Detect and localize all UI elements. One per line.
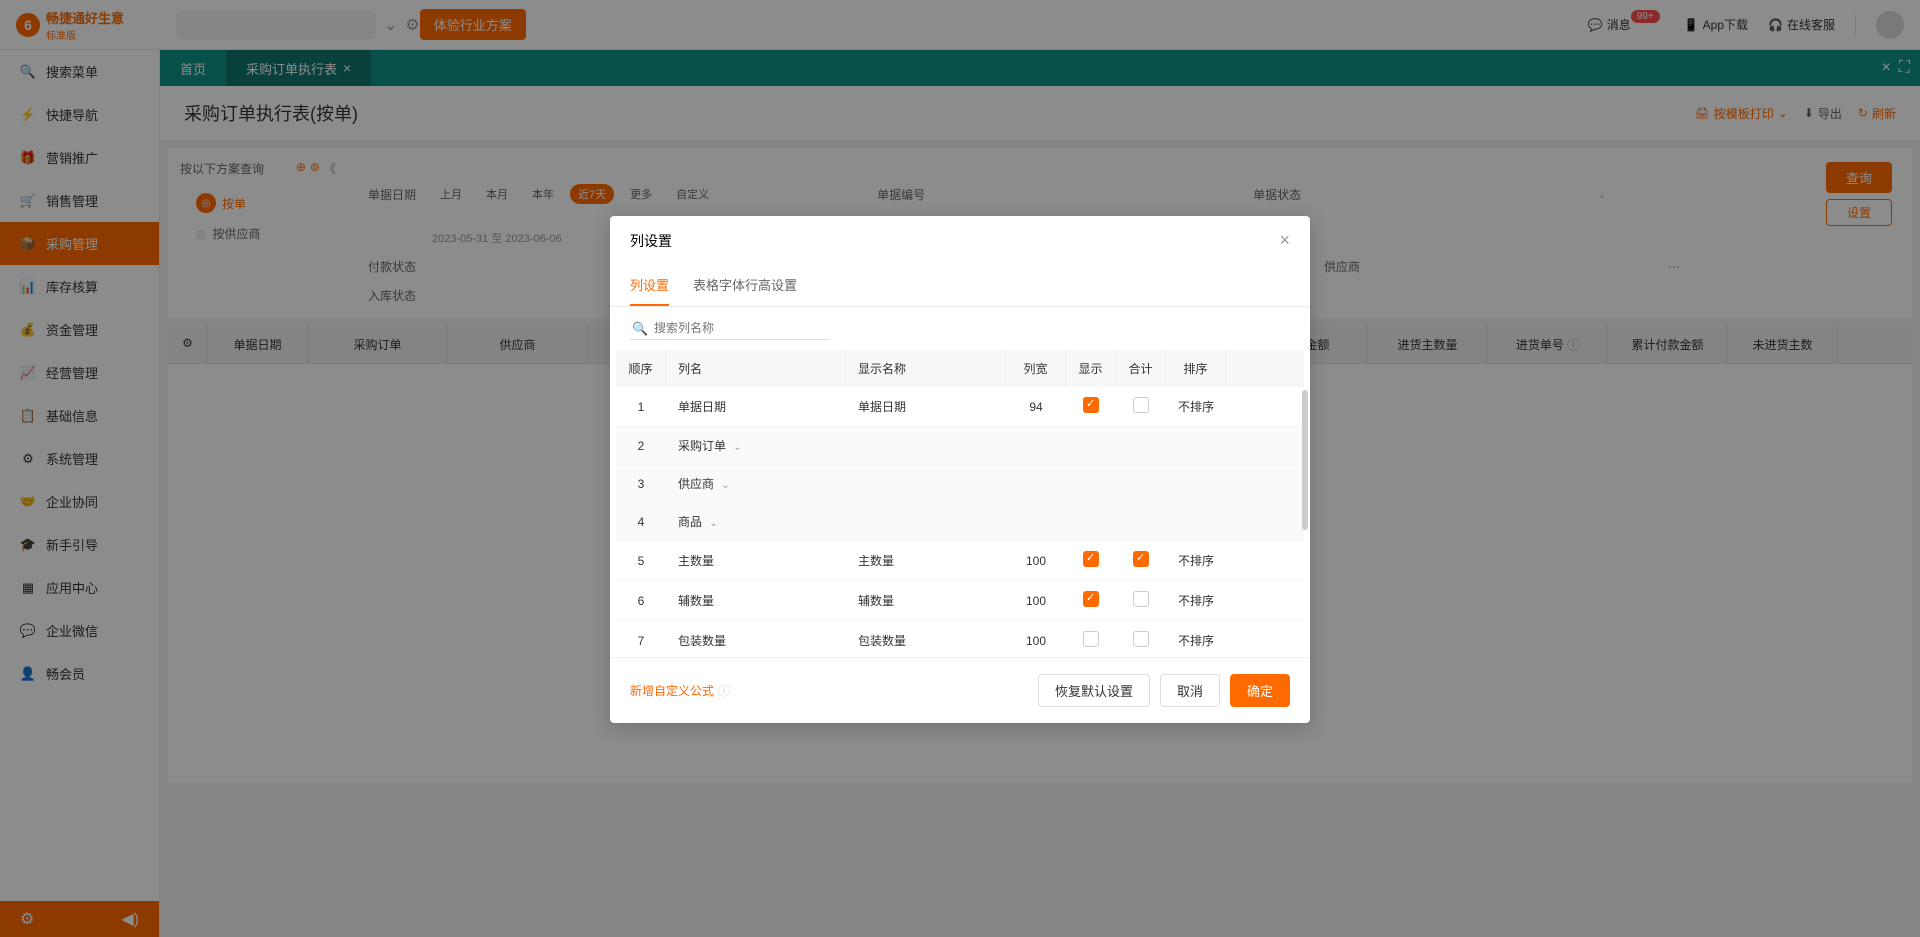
row-show xyxy=(1066,541,1116,580)
modal-buttons: 恢复默认设置 取消 确定 xyxy=(1038,674,1290,707)
row-width[interactable] xyxy=(1006,436,1066,456)
row-show xyxy=(1066,512,1116,532)
row-display[interactable] xyxy=(846,512,1006,532)
row-sort[interactable] xyxy=(1166,474,1226,494)
row-total xyxy=(1116,581,1166,620)
row-show xyxy=(1066,581,1116,620)
tab-column-settings[interactable]: 列设置 xyxy=(630,265,669,306)
column-row[interactable]: 6辅数量辅数量100不排序 xyxy=(616,581,1304,621)
row-show xyxy=(1066,621,1116,647)
row-sort[interactable]: 不排序 xyxy=(1166,622,1226,647)
show-checkbox[interactable] xyxy=(1083,591,1099,607)
show-checkbox[interactable] xyxy=(1083,551,1099,567)
modal-tabs: 列设置 表格字体行高设置 xyxy=(610,265,1310,307)
restore-button[interactable]: 恢复默认设置 xyxy=(1038,674,1150,707)
mth-sort: 排序 xyxy=(1166,350,1226,387)
row-display[interactable] xyxy=(846,436,1006,456)
row-total xyxy=(1116,387,1166,426)
modal-search: 🔍 xyxy=(610,307,1310,350)
scrollbar[interactable] xyxy=(1302,390,1308,647)
row-total xyxy=(1116,512,1166,532)
total-checkbox[interactable] xyxy=(1133,397,1149,413)
row-name: 供应商 ⌄ xyxy=(666,465,846,502)
row-width[interactable]: 100 xyxy=(1006,544,1066,578)
modal-title: 列设置 xyxy=(630,231,672,251)
add-formula-link[interactable]: 新增自定义公式 ⓘ xyxy=(630,682,730,699)
cancel-button[interactable]: 取消 xyxy=(1160,674,1220,707)
mth-order: 顺序 xyxy=(616,350,666,387)
row-width[interactable]: 100 xyxy=(1006,624,1066,648)
row-total xyxy=(1116,474,1166,494)
total-checkbox[interactable] xyxy=(1133,551,1149,567)
column-row[interactable]: 5主数量主数量100不排序 xyxy=(616,541,1304,581)
modal-table: 顺序 列名 显示名称 列宽 显示 合计 排序 1单据日期单据日期94不排序2采购… xyxy=(610,350,1310,647)
modal-table-header: 顺序 列名 显示名称 列宽 显示 合计 排序 xyxy=(616,350,1304,387)
mth-width: 列宽 xyxy=(1006,350,1066,387)
total-checkbox[interactable] xyxy=(1133,591,1149,607)
mth-display: 显示名称 xyxy=(846,350,1006,387)
row-display[interactable]: 主数量 xyxy=(846,542,1006,579)
mth-show: 显示 xyxy=(1066,350,1116,387)
row-order: 4 xyxy=(616,505,666,539)
row-width[interactable]: 100 xyxy=(1006,584,1066,618)
row-show xyxy=(1066,436,1116,456)
row-width[interactable] xyxy=(1006,474,1066,494)
row-display[interactable] xyxy=(846,474,1006,494)
row-total xyxy=(1116,436,1166,456)
row-show xyxy=(1066,387,1116,426)
close-icon[interactable]: × xyxy=(1279,230,1290,251)
row-name: 采购订单 ⌄ xyxy=(666,427,846,464)
search-icon: 🔍 xyxy=(632,321,648,337)
column-row[interactable]: 7包装数量包装数量100不排序 xyxy=(616,621,1304,647)
row-order: 2 xyxy=(616,429,666,463)
modal-table-body: 1单据日期单据日期94不排序2采购订单 ⌄3供应商 ⌄4商品 ⌄5主数量主数量1… xyxy=(616,387,1304,647)
row-name: 主数量 xyxy=(666,542,846,579)
row-sort[interactable]: 不排序 xyxy=(1166,582,1226,619)
row-name: 包装数量 xyxy=(666,622,846,647)
tab-font-settings[interactable]: 表格字体行高设置 xyxy=(693,265,797,306)
row-display[interactable]: 辅数量 xyxy=(846,582,1006,619)
modal-footer: 新增自定义公式 ⓘ 恢复默认设置 取消 确定 xyxy=(610,657,1310,723)
row-order: 3 xyxy=(616,467,666,501)
row-name: 单据日期 xyxy=(666,388,846,425)
row-sort[interactable] xyxy=(1166,512,1226,532)
total-checkbox[interactable] xyxy=(1133,631,1149,647)
column-settings-modal: 列设置 × 列设置 表格字体行高设置 🔍 顺序 列名 显示名称 列宽 显示 合计… xyxy=(610,216,1310,723)
column-search-input[interactable] xyxy=(630,317,830,340)
column-row[interactable]: 4商品 ⌄ xyxy=(616,503,1304,541)
column-row[interactable]: 3供应商 ⌄ xyxy=(616,465,1304,503)
show-checkbox[interactable] xyxy=(1083,397,1099,413)
row-width[interactable] xyxy=(1006,512,1066,532)
mth-total: 合计 xyxy=(1116,350,1166,387)
row-display[interactable]: 单据日期 xyxy=(846,388,1006,425)
row-order: 5 xyxy=(616,544,666,578)
column-row[interactable]: 2采购订单 ⌄ xyxy=(616,427,1304,465)
help-icon: ⓘ xyxy=(718,682,730,699)
row-name: 辅数量 xyxy=(666,582,846,619)
chevron-down-icon: ⌄ xyxy=(733,442,741,453)
row-width[interactable]: 94 xyxy=(1006,390,1066,424)
show-checkbox[interactable] xyxy=(1083,631,1099,647)
row-show xyxy=(1066,474,1116,494)
mth-name: 列名 xyxy=(666,350,846,387)
row-order: 7 xyxy=(616,624,666,648)
row-order: 6 xyxy=(616,584,666,618)
column-row[interactable]: 1单据日期单据日期94不排序 xyxy=(616,387,1304,427)
modal-header: 列设置 × xyxy=(610,216,1310,265)
chevron-down-icon: ⌄ xyxy=(721,480,729,491)
chevron-down-icon: ⌄ xyxy=(709,518,717,529)
row-sort[interactable]: 不排序 xyxy=(1166,542,1226,579)
row-sort[interactable]: 不排序 xyxy=(1166,388,1226,425)
row-total xyxy=(1116,541,1166,580)
row-order: 1 xyxy=(616,390,666,424)
row-display[interactable]: 包装数量 xyxy=(846,622,1006,647)
row-name: 商品 ⌄ xyxy=(666,503,846,540)
row-total xyxy=(1116,621,1166,647)
confirm-button[interactable]: 确定 xyxy=(1230,674,1290,707)
row-sort[interactable] xyxy=(1166,436,1226,456)
